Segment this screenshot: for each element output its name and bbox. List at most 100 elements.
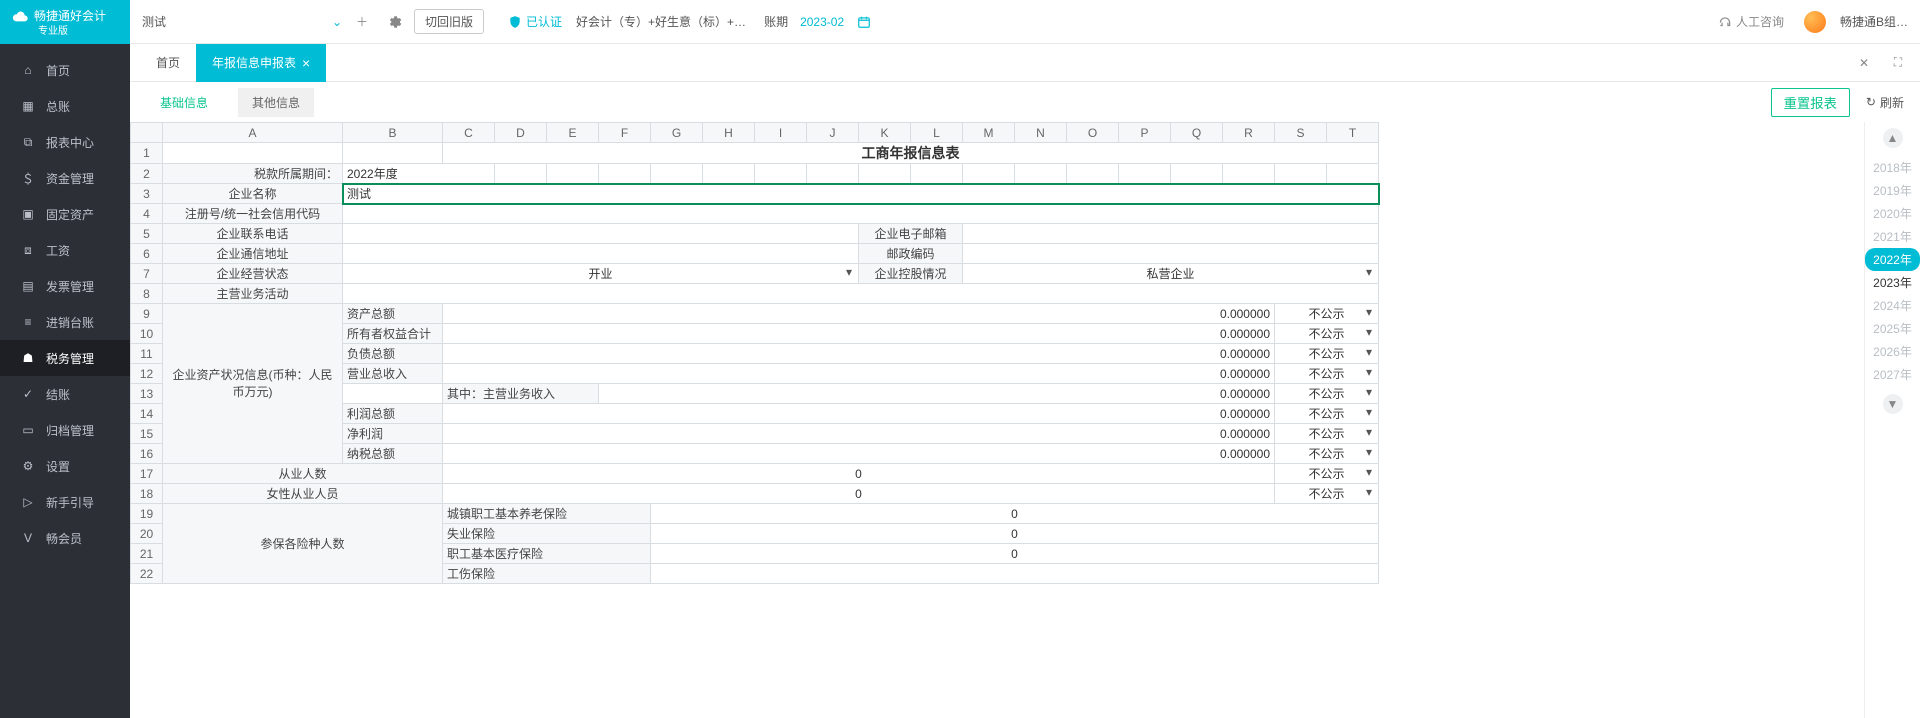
metric-publish-13[interactable]: 不公示: [1275, 384, 1379, 404]
metric-publish-9[interactable]: 不公示: [1275, 304, 1379, 324]
col-header-G[interactable]: G: [651, 123, 703, 143]
metric-value-10[interactable]: 0.000000: [443, 324, 1275, 344]
metric-value-9[interactable]: 0.000000: [443, 304, 1275, 324]
row-header-4[interactable]: 4: [131, 204, 163, 224]
row-header-22[interactable]: 22: [131, 564, 163, 584]
metric-publish-11[interactable]: 不公示: [1275, 344, 1379, 364]
tab-annual-report[interactable]: 年报信息申报表 ×: [196, 44, 326, 82]
sidebar-item-4[interactable]: ▣固定资产: [0, 196, 130, 232]
metric-value-14[interactable]: 0.000000: [443, 404, 1275, 424]
col-header-M[interactable]: M: [963, 123, 1015, 143]
reg-no-value[interactable]: [343, 204, 1379, 224]
subtab-basic[interactable]: 基础信息: [146, 88, 222, 117]
corner-cell[interactable]: [131, 123, 163, 143]
row-header-6[interactable]: 6: [131, 244, 163, 264]
row-header-10[interactable]: 10: [131, 324, 163, 344]
holding-value[interactable]: 私营企业: [963, 264, 1379, 284]
year-2022年[interactable]: 2022年: [1865, 248, 1920, 271]
switch-old-button[interactable]: 切回旧版: [414, 9, 484, 34]
metric-publish-16[interactable]: 不公示: [1275, 444, 1379, 464]
metric-value-16[interactable]: 0.000000: [443, 444, 1275, 464]
employees-publish[interactable]: 不公示: [1275, 464, 1379, 484]
year-2025年[interactable]: 2025年: [1865, 317, 1920, 340]
sidebar-item-2[interactable]: ⧉报表中心: [0, 124, 130, 160]
metric-value-11[interactable]: 0.000000: [443, 344, 1275, 364]
col-header-P[interactable]: P: [1119, 123, 1171, 143]
metric-publish-15[interactable]: 不公示: [1275, 424, 1379, 444]
col-header-F[interactable]: F: [599, 123, 651, 143]
year-2019年[interactable]: 2019年: [1865, 179, 1920, 202]
insurance-value-19[interactable]: 0: [651, 504, 1379, 524]
row-header-9[interactable]: 9: [131, 304, 163, 324]
reset-report-button[interactable]: 重置报表: [1771, 88, 1850, 117]
year-2027年[interactable]: 2027年: [1865, 363, 1920, 386]
close-icon[interactable]: ×: [302, 55, 310, 71]
postcode-value[interactable]: [963, 244, 1379, 264]
user-name[interactable]: 畅捷通B组…: [1840, 13, 1908, 30]
row-header-18[interactable]: 18: [131, 484, 163, 504]
row-header-5[interactable]: 5: [131, 224, 163, 244]
col-header-E[interactable]: E: [547, 123, 599, 143]
col-header-J[interactable]: J: [807, 123, 859, 143]
close-all-tabs-icon[interactable]: ✕: [1852, 51, 1876, 75]
row-header-3[interactable]: 3: [131, 184, 163, 204]
year-2018年[interactable]: 2018年: [1865, 156, 1920, 179]
row-header-19[interactable]: 19: [131, 504, 163, 524]
employees-value[interactable]: 0: [443, 464, 1275, 484]
tab-home[interactable]: 首页: [140, 44, 196, 82]
col-header-N[interactable]: N: [1015, 123, 1067, 143]
sidebar-item-1[interactable]: ▦总账: [0, 88, 130, 124]
row-header-14[interactable]: 14: [131, 404, 163, 424]
sidebar-item-8[interactable]: ☗税务管理: [0, 340, 130, 376]
row-header-12[interactable]: 12: [131, 364, 163, 384]
year-2020年[interactable]: 2020年: [1865, 202, 1920, 225]
main-biz-value[interactable]: [343, 284, 1379, 304]
gear-icon[interactable]: [382, 10, 406, 34]
phone-value[interactable]: [343, 224, 859, 244]
sidebar-item-10[interactable]: ▭归档管理: [0, 412, 130, 448]
sidebar-item-9[interactable]: ✓结账: [0, 376, 130, 412]
row-header-16[interactable]: 16: [131, 444, 163, 464]
row-header-2[interactable]: 2: [131, 164, 163, 184]
col-header-B[interactable]: B: [343, 123, 443, 143]
row-header-1[interactable]: 1: [131, 143, 163, 164]
avatar[interactable]: [1804, 11, 1826, 33]
col-header-Q[interactable]: Q: [1171, 123, 1223, 143]
company-name-value[interactable]: 测试: [343, 184, 1379, 204]
metric-value-12[interactable]: 0.000000: [443, 364, 1275, 384]
sidebar-item-3[interactable]: ＄资金管理: [0, 160, 130, 196]
col-header-C[interactable]: C: [443, 123, 495, 143]
refresh-button[interactable]: ↻ 刷新: [1866, 94, 1904, 111]
year-down-icon[interactable]: ▼: [1883, 394, 1903, 414]
row-header-20[interactable]: 20: [131, 524, 163, 544]
year-2023年[interactable]: 2023年: [1865, 271, 1920, 294]
col-header-I[interactable]: I: [755, 123, 807, 143]
col-header-K[interactable]: K: [859, 123, 911, 143]
metric-value-13[interactable]: 0.000000: [599, 384, 1275, 404]
year-2024年[interactable]: 2024年: [1865, 294, 1920, 317]
row-header-8[interactable]: 8: [131, 284, 163, 304]
year-2026年[interactable]: 2026年: [1865, 340, 1920, 363]
row-header-13[interactable]: 13: [131, 384, 163, 404]
metric-publish-10[interactable]: 不公示: [1275, 324, 1379, 344]
row-header-11[interactable]: 11: [131, 344, 163, 364]
metric-publish-14[interactable]: 不公示: [1275, 404, 1379, 424]
col-header-T[interactable]: T: [1327, 123, 1379, 143]
sidebar-item-13[interactable]: V畅会员: [0, 520, 130, 556]
fullscreen-icon[interactable]: ⛶: [1886, 51, 1910, 75]
sidebar-item-7[interactable]: ≡进销台账: [0, 304, 130, 340]
year-2021年[interactable]: 2021年: [1865, 225, 1920, 248]
insurance-value-20[interactable]: 0: [651, 524, 1379, 544]
col-header-R[interactable]: R: [1223, 123, 1275, 143]
insurance-value-22[interactable]: [651, 564, 1379, 584]
support-link[interactable]: 人工咨询: [1718, 13, 1784, 30]
add-button[interactable]: ＋: [350, 10, 374, 34]
org-selector[interactable]: 测试 ⌄: [142, 13, 342, 30]
sidebar-item-0[interactable]: ⌂首页: [0, 52, 130, 88]
address-value[interactable]: [343, 244, 859, 264]
sidebar-item-6[interactable]: ▤发票管理: [0, 268, 130, 304]
status-value[interactable]: 开业: [343, 264, 859, 284]
sidebar-item-11[interactable]: ⚙设置: [0, 448, 130, 484]
col-header-S[interactable]: S: [1275, 123, 1327, 143]
metric-publish-12[interactable]: 不公示: [1275, 364, 1379, 384]
